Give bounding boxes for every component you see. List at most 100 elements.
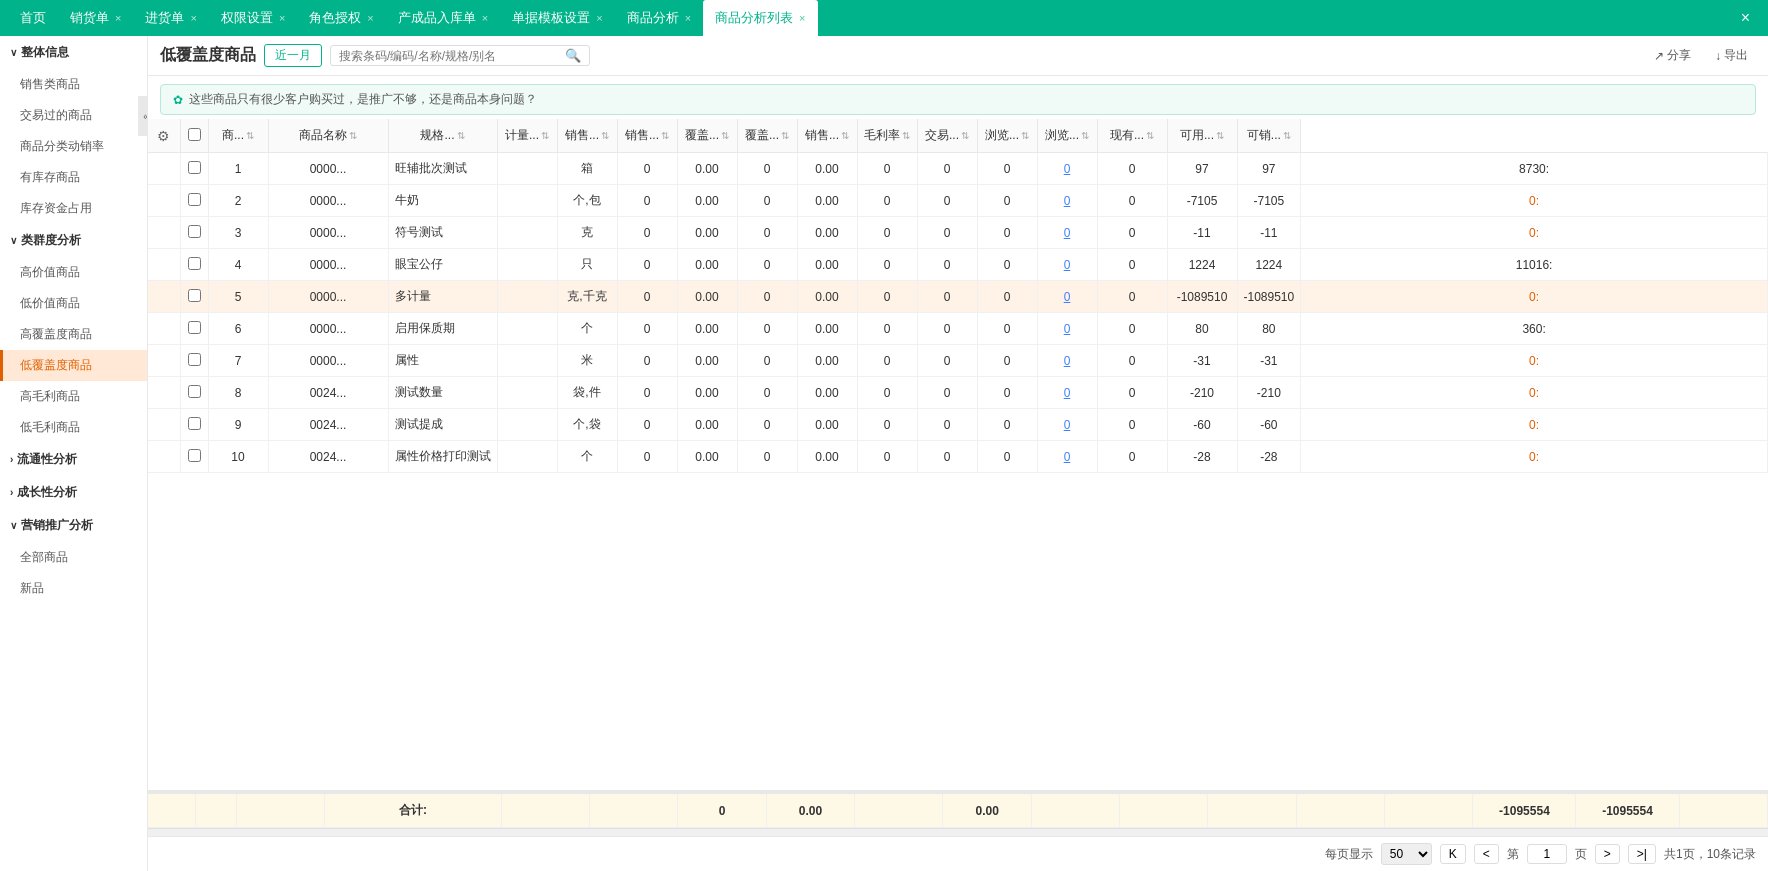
sidebar-section-group-analysis[interactable]: ∨ 类群度分析 — [0, 224, 147, 257]
browse-link[interactable]: 0 — [1064, 226, 1071, 240]
browse-link[interactable]: 0 — [1064, 258, 1071, 272]
nav-product-analysis[interactable]: 商品分析 × — [615, 0, 703, 36]
per-page-select[interactable]: 50 20 100 — [1381, 843, 1432, 865]
search-input[interactable] — [339, 49, 565, 63]
sidebar-item-stock-capital[interactable]: 库存资金占用 — [0, 193, 147, 224]
sidebar: « ∨ 整体信息 销售类商品 交易过的商品 商品分类动销率 有库存商品 库存资金… — [0, 36, 148, 871]
browse-link[interactable]: 0 — [1064, 322, 1071, 336]
col-trade[interactable]: 交易...⇅ — [917, 119, 977, 153]
table-container: ⚙ 商...⇅ 商品名称⇅ 规格...⇅ — [148, 119, 1768, 790]
col-settings[interactable]: ⚙ — [148, 119, 180, 153]
prev-page-button[interactable]: < — [1474, 844, 1499, 864]
settings-icon[interactable]: ⚙ — [157, 128, 170, 144]
sidebar-collapse-button[interactable]: « — [138, 96, 148, 136]
row-checkbox[interactable] — [188, 321, 201, 334]
sidebar-item-high-coverage[interactable]: 高覆盖度商品 — [0, 319, 147, 350]
browse-link[interactable]: 0 — [1064, 162, 1071, 176]
col-unit[interactable]: 计量...⇅ — [497, 119, 557, 153]
col-current[interactable]: 现有...⇅ — [1097, 119, 1167, 153]
row-checkbox[interactable] — [188, 385, 201, 398]
nav-product-analysis-list[interactable]: 商品分析列表 × — [703, 0, 817, 36]
row-checkbox[interactable] — [188, 289, 201, 302]
close-icon[interactable]: × — [799, 12, 805, 24]
browse-link[interactable]: 0 — [1064, 450, 1071, 464]
sidebar-item-low-gross[interactable]: 低毛利商品 — [0, 412, 147, 443]
row-checkbox[interactable] — [188, 449, 201, 462]
row-checkbox[interactable] — [188, 161, 201, 174]
sort-icon: ⇅ — [1216, 130, 1224, 141]
browse-link[interactable]: 0 — [1064, 290, 1071, 304]
row-checkbox[interactable] — [188, 225, 201, 238]
col-browse2[interactable]: 浏览...⇅ — [1037, 119, 1097, 153]
col-available[interactable]: 可用...⇅ — [1167, 119, 1237, 153]
close-icon[interactable]: × — [115, 12, 121, 24]
row-checkbox[interactable] — [188, 353, 201, 366]
share-icon: ↗ — [1654, 49, 1664, 63]
info-icon: ✿ — [173, 93, 183, 107]
last-page-button[interactable]: >| — [1628, 844, 1656, 864]
sort-icon: ⇅ — [601, 130, 609, 141]
close-icon[interactable]: × — [279, 12, 285, 24]
sidebar-section-flow-analysis[interactable]: › 流通性分析 — [0, 443, 147, 476]
sidebar-item-all-goods[interactable]: 全部商品 — [0, 542, 147, 573]
col-sales2[interactable]: 销售...⇅ — [617, 119, 677, 153]
sort-icon: ⇅ — [961, 130, 969, 141]
horizontal-scrollbar[interactable] — [148, 828, 1768, 836]
nav-product-entry[interactable]: 产成品入库单 × — [386, 0, 500, 36]
browse-link[interactable]: 0 — [1064, 194, 1071, 208]
row-checkbox[interactable] — [188, 257, 201, 270]
browse-link[interactable]: 0 — [1064, 386, 1071, 400]
sidebar-item-low-value[interactable]: 低价值商品 — [0, 288, 147, 319]
sidebar-item-high-gross[interactable]: 高毛利商品 — [0, 381, 147, 412]
close-icon[interactable]: × — [367, 12, 373, 24]
sidebar-item-new-goods[interactable]: 新品 — [0, 573, 147, 604]
export-button[interactable]: ↓ 导出 — [1707, 45, 1756, 66]
col-name[interactable]: 商品名称⇅ — [268, 119, 388, 153]
sidebar-section-overall[interactable]: ∨ 整体信息 — [0, 36, 147, 69]
total-section: 合计: 0 0.00 0.00 -1095554 -1095554 — [148, 790, 1768, 828]
row-checkbox[interactable] — [188, 417, 201, 430]
close-icon[interactable]: × — [596, 12, 602, 24]
sidebar-item-in-stock-goods[interactable]: 有库存商品 — [0, 162, 147, 193]
col-sales1[interactable]: 销售...⇅ — [557, 119, 617, 153]
row-checkbox[interactable] — [188, 193, 201, 206]
col-cover2[interactable]: 覆盖...⇅ — [737, 119, 797, 153]
sidebar-item-category-sales-rate[interactable]: 商品分类动销率 — [0, 131, 147, 162]
sort-icon: ⇅ — [246, 130, 254, 141]
col-spec[interactable]: 规格...⇅ — [388, 119, 497, 153]
expand-icon: › — [10, 454, 13, 465]
col-saleable[interactable]: 可销...⇅ — [1237, 119, 1301, 153]
nav-permission-settings[interactable]: 权限设置 × — [209, 0, 297, 36]
table-row: 5 0000... 多计量 克,千克 0 0.00 0 0.00 0 0 0 0… — [148, 281, 1768, 313]
total-sales2: 0.00 — [766, 793, 854, 828]
page-number-input[interactable] — [1527, 844, 1567, 864]
nav-sales-order[interactable]: 销货单 × — [58, 0, 133, 36]
close-icon[interactable]: × — [190, 12, 196, 24]
select-all-checkbox[interactable] — [188, 128, 201, 141]
sidebar-section-growth-analysis[interactable]: › 成长性分析 — [0, 476, 147, 509]
col-cover1[interactable]: 覆盖...⇅ — [677, 119, 737, 153]
total-sales1: 0 — [678, 793, 766, 828]
sidebar-section-marketing-analysis[interactable]: ∨ 营销推广分析 — [0, 509, 147, 542]
col-browse1[interactable]: 浏览...⇅ — [977, 119, 1037, 153]
next-page-button[interactable]: > — [1595, 844, 1620, 864]
col-gross[interactable]: 毛利率⇅ — [857, 119, 917, 153]
filter-recent-month-button[interactable]: 近一月 — [264, 44, 322, 67]
nav-home[interactable]: 首页 — [8, 0, 58, 36]
share-button[interactable]: ↗ 分享 — [1646, 45, 1699, 66]
close-all-button[interactable]: × — [1731, 9, 1760, 27]
close-icon[interactable]: × — [482, 12, 488, 24]
browse-link[interactable]: 0 — [1064, 354, 1071, 368]
nav-template-settings[interactable]: 单据模板设置 × — [500, 0, 614, 36]
col-code[interactable]: 商...⇅ — [208, 119, 268, 153]
nav-purchase-order[interactable]: 进货单 × — [133, 0, 208, 36]
col-sales3[interactable]: 销售...⇅ — [797, 119, 857, 153]
sidebar-item-sales-goods[interactable]: 销售类商品 — [0, 69, 147, 100]
nav-role-auth[interactable]: 角色授权 × — [297, 0, 385, 36]
sidebar-item-traded-goods[interactable]: 交易过的商品 — [0, 100, 147, 131]
close-icon[interactable]: × — [685, 12, 691, 24]
sidebar-item-high-value[interactable]: 高价值商品 — [0, 257, 147, 288]
first-page-button[interactable]: K — [1440, 844, 1466, 864]
sidebar-item-low-coverage[interactable]: 低覆盖度商品 — [0, 350, 147, 381]
browse-link[interactable]: 0 — [1064, 418, 1071, 432]
